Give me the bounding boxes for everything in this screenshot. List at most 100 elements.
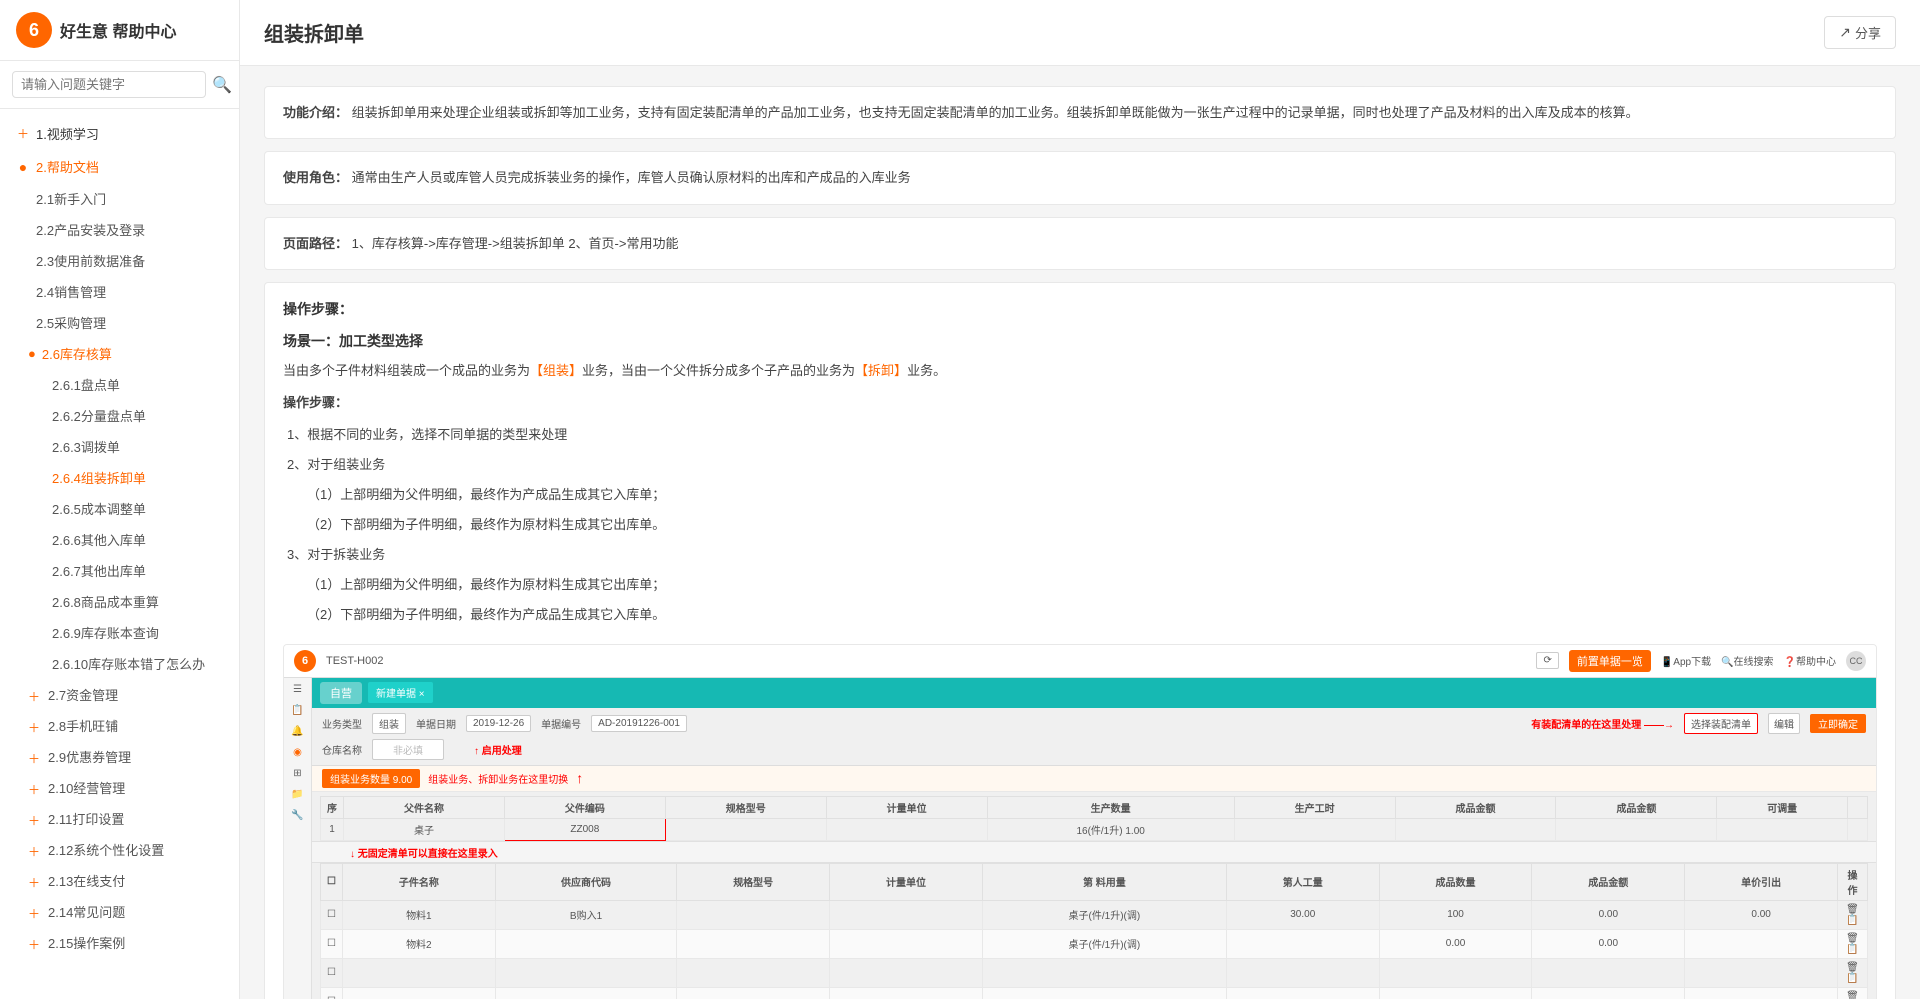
plus-icon-payment: ＋ [28,874,42,888]
sidebar-item-outother[interactable]: 2.6.7其他出库单 [0,555,239,586]
share-button[interactable]: ↗ 分享 [1824,16,1896,49]
sidebar-item-adjust[interactable]: 2.6.3调拨单 [0,431,239,462]
mock-warehouse-label: 仓库名称 [322,742,362,757]
step2: 2、对于组装业务 [287,452,1877,478]
sidebar-item-sales[interactable]: 2.4销售管理 [0,276,239,307]
td-index: 1 [321,818,344,840]
ops-steps-title: 操作步骤： [283,391,1877,414]
sidebar-item-inventory[interactable]: ● 2.6库存核算 [0,338,239,369]
sidebar-item-docs-label: 2.帮助文档 [36,157,99,176]
sidebar: 6 好生意 帮助中心 🔍 ＋ 1.视频学习 ● 2.帮助文档 2.1新手入门 2… [0,0,240,999]
sidebar-item-inventory-label: 2.6库存核算 [42,344,112,363]
mock-help-center: ❓帮助中心 [1784,653,1836,668]
function-intro-block: 功能介绍： 组装拆卸单用来处理企业组装或拆卸等加工业务，支持有固定装配清单的产品… [264,86,1896,139]
th-parent-code: 父件编码 [504,796,665,818]
plus-icon-cases: ＋ [28,936,42,950]
search-box: 🔍 [0,61,239,109]
sidebar-item-stockdivide[interactable]: 2.6.2分量盘点单 [0,400,239,431]
sidebar-item-faq[interactable]: ＋ 2.14常见问题 [0,896,239,927]
highlight-disassemble: 【拆卸】 [855,363,907,378]
sidebar-item-faq-label: 2.14常见问题 [48,902,125,921]
search-input[interactable] [12,71,206,98]
th-labor-qty: 第人工量 [1226,863,1379,900]
sidebar-item-stockerr[interactable]: 2.6.10库存账本错了怎么办 [0,648,239,679]
mock-app-download: 📱App下载 [1661,653,1711,668]
sidebar-item-mobile[interactable]: ＋ 2.8手机旺铺 [0,710,239,741]
highlight-assemble: 【组装】 [530,363,582,378]
mock-btn-main: 前置单据一览 [1569,650,1651,672]
sidebar-item-operation-label: 2.10经营管理 [48,778,125,797]
td-op [1848,818,1868,840]
td-parent-code: ZZ008 [504,818,665,840]
sidebar-item-videos[interactable]: ＋ 1.视频学习 [0,117,239,150]
sidebar-item-capital[interactable]: ＋ 2.7资金管理 [0,679,239,710]
sidebar-item-assembly[interactable]: 2.6.4组装拆卸单 [0,462,239,493]
sidebar-item-sysconfig[interactable]: ＋ 2.12系统个性化设置 [0,834,239,865]
th-op2: 操作 [1838,863,1868,900]
mock-divider: ↓ 无固定清单可以直接在这里录入 [312,841,1876,863]
function-intro-label: 功能介绍： [283,105,348,120]
mock-confirm-btn[interactable]: 立即确定 [1810,714,1866,733]
sidebar-item-install[interactable]: 2.2产品安装及登录 [0,214,239,245]
mock-online-search: 🔍在线搜索 [1721,653,1773,668]
sidebar-item-newcomer[interactable]: 2.1新手入门 [0,183,239,214]
mock-type-label: 业务类型 [322,716,362,731]
sidebar-item-goodscost[interactable]: 2.6.8商品成本重算 [0,586,239,617]
search-icon[interactable]: 🔍 [212,75,232,95]
path-block: 页面路径： 1、库存核算->库存管理->组装拆卸单 2、首页->常用功能 [264,217,1896,270]
sidebar-item-print[interactable]: ＋ 2.11打印设置 [0,803,239,834]
sidebar-item-costadj[interactable]: 2.6.5成本调整单 [0,493,239,524]
plus-icon-mobile: ＋ [28,719,42,733]
step2-sub1: （1）上部明细为父件明细，最终作为产成品生成其它入库单； [307,482,1877,508]
mock-top-table-area: 序 父件名称 父件编码 规格型号 计量单位 生产数量 生产工时 成品金额 [312,792,1876,841]
path-text: 1、库存核算->库存管理->组装拆卸单 2、首页->常用功能 [352,236,679,251]
main-header: 组装拆卸单 ↗ 分享 [240,0,1920,66]
sidebar-item-payment-label: 2.13在线支付 [48,871,125,890]
minus-icon: ● [16,160,30,174]
th-supplier-code: 供应商代码 [495,863,677,900]
role-label: 使用角色： [283,170,348,185]
sidebar-item-purchase[interactable]: 2.5采购管理 [0,307,239,338]
td-available [1717,818,1848,840]
th-qty: 生产数量 [987,796,1234,818]
sidebar-item-coupon-label: 2.9优惠券管理 [48,747,131,766]
mock-app-id: TEST-H002 [326,655,383,667]
sidebar-item-print-label: 2.11打印设置 [48,809,124,828]
mock-type-value: 组装 [372,713,406,734]
mock-tab-self[interactable]: 自营 [320,682,362,704]
mock-tab-new[interactable]: 新建单据 × [368,682,433,703]
nav-sub-docs: 2.1新手入门 2.2产品安装及登录 2.3使用前数据准备 2.4销售管理 2.… [0,183,239,958]
sidebar-item-payment[interactable]: ＋ 2.13在线支付 [0,865,239,896]
sidebar-item-data[interactable]: 2.3使用前数据准备 [0,245,239,276]
ops-title: 操作步骤： [283,299,1877,319]
th-available: 可调量 [1717,796,1848,818]
td-amount1 [1395,818,1556,840]
mock-warehouse-input[interactable]: 非必填 [372,739,444,760]
table-row: ☐ 物料2 桌子(件/1升)(调) 0.00 [321,929,1868,958]
th-index: 序 [321,796,344,818]
share-icon: ↗ [1839,24,1851,41]
sidebar-item-operation[interactable]: ＋ 2.10经营管理 [0,772,239,803]
annotation-direct-entry: ↓ 无固定清单可以直接在这里录入 [350,849,498,860]
plus-icon-operation: ＋ [28,781,42,795]
path-label: 页面路径： [283,236,348,251]
mock-edit-btn[interactable]: 编辑 [1768,713,1800,734]
sidebar-item-coupon[interactable]: ＋ 2.9优惠券管理 [0,741,239,772]
mock-icon-strip: ☰ 📋 🔔 ◉ ⊞ 📁 🔧 [284,678,312,999]
step1: 1、根据不同的业务，选择不同单据的类型来处理 [287,422,1877,448]
step3-sub2: （2）下部明细为子件明细，最终作为产成品生成其它入库单。 [307,602,1877,628]
sidebar-item-inother[interactable]: 2.6.6其他入库单 [0,524,239,555]
table-row: ☐🗑 📋 [321,958,1868,987]
sidebar-item-stocktake[interactable]: 2.6.1盘点单 [0,369,239,400]
plus-icon: ＋ [16,127,30,141]
th-unit2: 计量单位 [830,863,983,900]
role-block: 使用角色： 通常由生产人员或库管人员完成拆装业务的操作，库管人员确认原材料的出库… [264,151,1896,204]
sidebar-item-stockcheck[interactable]: 2.6.9库存账本查询 [0,617,239,648]
mock-avatar: CC [1846,651,1866,671]
mock-screenshot: 6 TEST-H002 ⟳ 前置单据一览 📱App下载 🔍在线搜索 ❓帮助中心 … [284,645,1876,999]
logo-icon: 6 [16,12,52,48]
mock-bom-select-btn[interactable]: 选择装配清单 [1684,713,1758,734]
th-check: ☐ [321,863,343,900]
sidebar-item-docs[interactable]: ● 2.帮助文档 [0,150,239,183]
sidebar-item-cases[interactable]: ＋ 2.15操作案例 [0,927,239,958]
